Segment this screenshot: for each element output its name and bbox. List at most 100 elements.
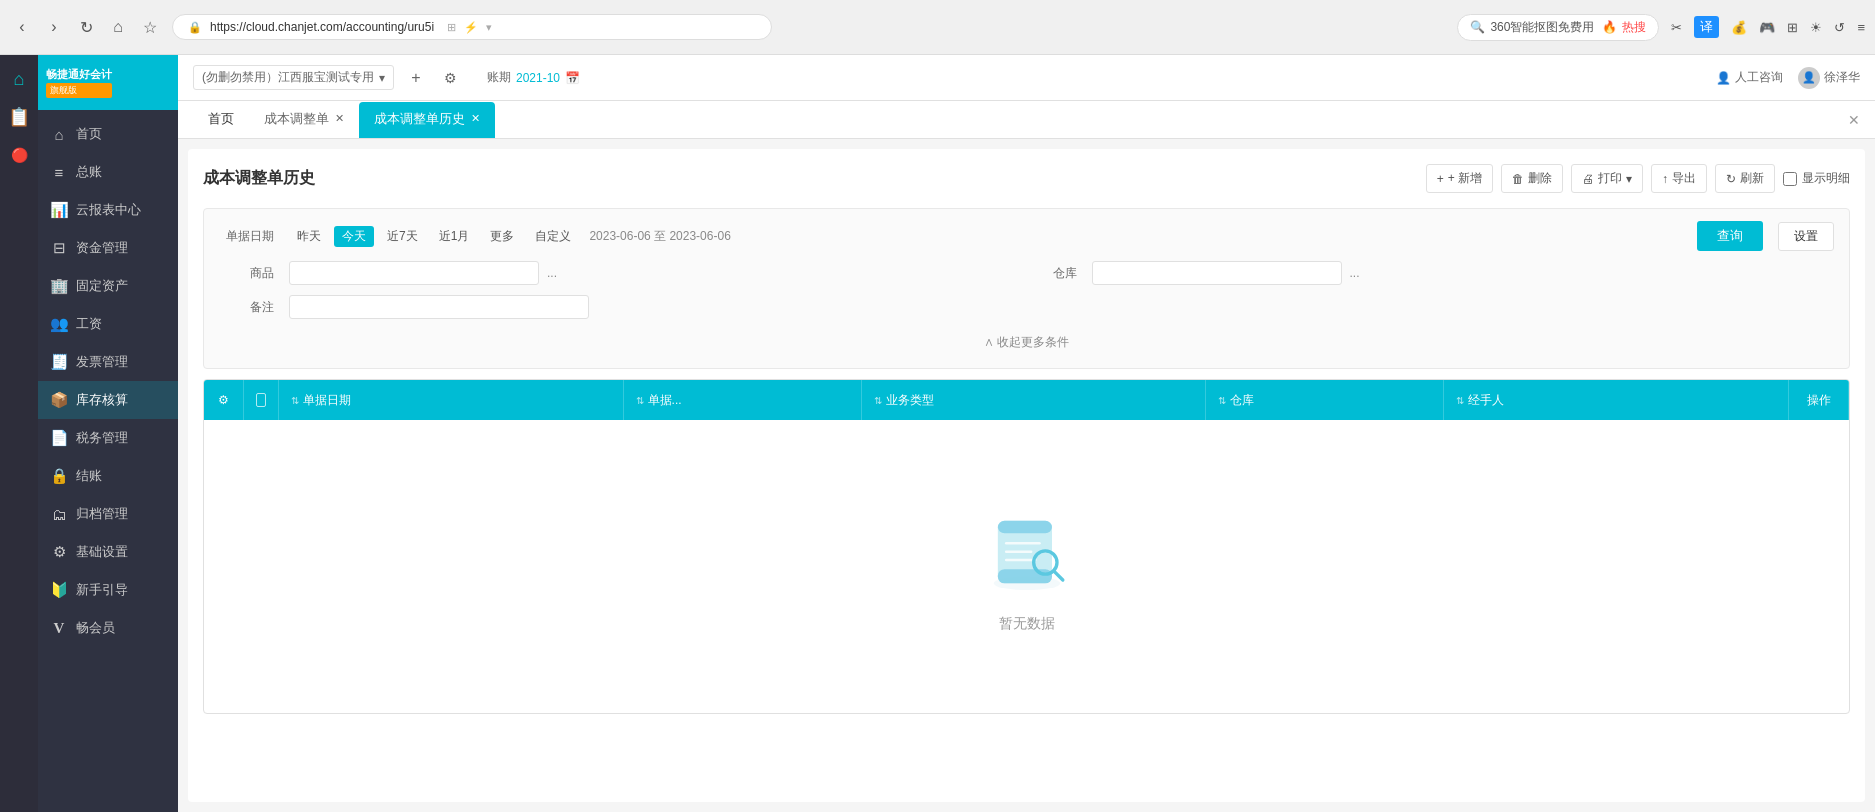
sidebar-item-inventory[interactable]: 📦 库存核算 <box>38 381 178 419</box>
refresh-button[interactable]: ↻ <box>74 15 98 39</box>
tab-home[interactable]: 首页 <box>193 102 249 138</box>
export-icon: ↑ <box>1662 172 1668 186</box>
customer-service-btn[interactable]: 👤 人工咨询 <box>1716 69 1783 86</box>
wallet-tool[interactable]: 💰 <box>1731 20 1747 35</box>
sort-type-icon: ⇅ <box>874 395 882 406</box>
sidebar-item-label-settings: 基础设置 <box>76 543 128 561</box>
shortcut-1month[interactable]: 近1月 <box>431 226 478 247</box>
calendar-icon[interactable]: 📅 <box>565 71 580 85</box>
sidebar-item-settings[interactable]: ⚙ 基础设置 <box>38 533 178 571</box>
sidebar-item-fixed[interactable]: 🏢 固定资产 <box>38 267 178 305</box>
scissors-tool[interactable]: ✂ <box>1671 20 1682 35</box>
collapse-button[interactable]: ∧ 收起更多条件 <box>219 329 1834 356</box>
sidebar-item-label-vip: 畅会员 <box>76 619 115 637</box>
icon-bar-ledger[interactable]: 📋 <box>0 98 38 136</box>
home-icon: ⌂ <box>50 126 68 143</box>
tab-cost-adjustment-close[interactable]: ✕ <box>335 112 344 125</box>
print-button[interactable]: 🖨 打印 ▾ <box>1571 164 1643 193</box>
sidebar-item-vip[interactable]: V 畅会员 <box>38 609 178 647</box>
grid-tool[interactable]: ⊞ <box>1787 20 1798 35</box>
close-all-tabs-btn[interactable]: ✕ <box>1848 112 1860 128</box>
export-button[interactable]: ↑ 导出 <box>1651 164 1707 193</box>
print-label: 打印 <box>1598 170 1622 187</box>
undo-tool[interactable]: ↺ <box>1834 20 1845 35</box>
topbar-settings-button[interactable]: ⚙ <box>438 66 462 90</box>
filter-setting-button[interactable]: 设置 <box>1778 222 1834 251</box>
table-header: ⚙ ⇅ 单据日期 ⇅ 单据... ⇅ 业务类型 <box>204 380 1849 420</box>
funds-icon: ⊟ <box>50 239 68 257</box>
th-checkbox[interactable] <box>244 380 279 420</box>
translate-tool[interactable]: 译 <box>1694 16 1719 38</box>
goods-more-icon[interactable]: ... <box>547 266 557 280</box>
address-bar[interactable]: 🔒 https://cloud.chanjet.com/accounting/u… <box>172 14 772 40</box>
game-tool[interactable]: 🎮 <box>1759 20 1775 35</box>
th-warehouse[interactable]: ⇅ 仓库 <box>1206 380 1444 420</box>
th-docno[interactable]: ⇅ 单据... <box>624 380 862 420</box>
sidebar-item-salary[interactable]: 👥 工资 <box>38 305 178 343</box>
sidebar-item-reports[interactable]: 📊 云报表中心 <box>38 191 178 229</box>
sidebar-item-label-invoice: 发票管理 <box>76 353 128 371</box>
refresh-button[interactable]: ↻ 刷新 <box>1715 164 1775 193</box>
remark-filter-label: 备注 <box>219 299 274 316</box>
star-button[interactable]: ☆ <box>138 15 162 39</box>
new-button[interactable]: + + 新增 <box>1426 164 1493 193</box>
company-selector[interactable]: (勿删勿禁用）江西服宝测试专用 ▾ <box>193 65 394 90</box>
search-bar[interactable]: 🔍 360智能抠图免费用 🔥 热搜 <box>1457 14 1659 41</box>
menu-tool[interactable]: ≡ <box>1857 20 1865 35</box>
sidebar-item-guide[interactable]: 🔰 新手引导 <box>38 571 178 609</box>
sidebar-item-label-salary: 工资 <box>76 315 102 333</box>
sidebar-item-tax[interactable]: 📄 税务管理 <box>38 419 178 457</box>
th-person[interactable]: ⇅ 经手人 <box>1444 380 1789 420</box>
secure-icon: 🔒 <box>188 21 202 34</box>
th-date[interactable]: ⇅ 单据日期 <box>279 380 624 420</box>
sidebar-item-invoice[interactable]: 🧾 发票管理 <box>38 343 178 381</box>
shortcut-custom[interactable]: 自定义 <box>527 226 579 247</box>
brightness-tool[interactable]: ☀ <box>1810 20 1822 35</box>
add-tab-button[interactable]: + <box>404 66 428 90</box>
user-profile-btn[interactable]: 👤 徐泽华 <box>1798 67 1860 89</box>
display-detail-checkbox[interactable] <box>1783 172 1797 186</box>
tab-cost-history[interactable]: 成本调整单历史 ✕ <box>359 102 495 138</box>
sidebar-item-funds[interactable]: ⊟ 资金管理 <box>38 229 178 267</box>
back-button[interactable]: ‹ <box>10 15 34 39</box>
sidebar-item-closing[interactable]: 🔒 结账 <box>38 457 178 495</box>
sort-date-icon: ⇅ <box>291 395 299 406</box>
settings-column-icon: ⚙ <box>218 393 229 407</box>
dropdown-icon: ▾ <box>486 21 492 34</box>
query-button[interactable]: 查询 <box>1697 221 1763 251</box>
sort-docno-icon: ⇅ <box>636 395 644 406</box>
shortcut-more[interactable]: 更多 <box>482 226 522 247</box>
browser-tools: 🔍 360智能抠图免费用 🔥 热搜 ✂ 译 💰 🎮 ⊞ ☀ ↺ ≡ <box>1457 14 1865 41</box>
sidebar-item-archive[interactable]: 🗂 归档管理 <box>38 495 178 533</box>
forward-button[interactable]: › <box>42 15 66 39</box>
tab-cost-adjustment[interactable]: 成本调整单 ✕ <box>249 102 359 138</box>
sidebar-item-ledger[interactable]: ≡ 总账 <box>38 153 178 191</box>
shortcut-7days[interactable]: 近7天 <box>379 226 426 247</box>
period-value: 2021-10 <box>516 71 560 85</box>
company-name: (勿删勿禁用）江西服宝测试专用 <box>202 69 374 86</box>
filter-row-remark: 备注 <box>219 295 1834 319</box>
goods-input[interactable] <box>289 261 539 285</box>
toolbar-buttons: + + 新增 🗑 删除 🖨 打印 ▾ ↑ 导出 <box>1426 164 1850 193</box>
shortcut-yesterday[interactable]: 昨天 <box>289 226 329 247</box>
tab-cost-history-close[interactable]: ✕ <box>471 112 480 125</box>
display-detail-checkbox-label[interactable]: 显示明细 <box>1783 170 1850 187</box>
fire-icon: 🔥 <box>1602 20 1617 34</box>
th-settings[interactable]: ⚙ <box>204 380 244 420</box>
shortcut-today[interactable]: 今天 <box>334 226 374 247</box>
svg-rect-2 <box>997 521 1051 534</box>
icon-bar-home[interactable]: ⌂ <box>0 60 38 98</box>
page-title: 成本调整单历史 <box>203 168 315 189</box>
home-button[interactable]: ⌂ <box>106 15 130 39</box>
delete-button[interactable]: 🗑 删除 <box>1501 164 1563 193</box>
th-type[interactable]: ⇅ 业务类型 <box>862 380 1207 420</box>
app-container: ⌂ 📋 🔴 畅捷通好会计 旗舰版 ⌂ 首页 ≡ 总账 📊 云报表中心 <box>0 55 1875 812</box>
warehouse-input[interactable] <box>1092 261 1342 285</box>
select-all-checkbox[interactable] <box>256 393 266 407</box>
empty-illustration <box>977 500 1077 600</box>
icon-bar-notification[interactable]: 🔴 <box>0 136 38 174</box>
sidebar-item-label-archive: 归档管理 <box>76 505 128 523</box>
warehouse-more-icon[interactable]: ... <box>1350 266 1360 280</box>
sidebar-item-home[interactable]: ⌂ 首页 <box>38 115 178 153</box>
remark-input[interactable] <box>289 295 589 319</box>
